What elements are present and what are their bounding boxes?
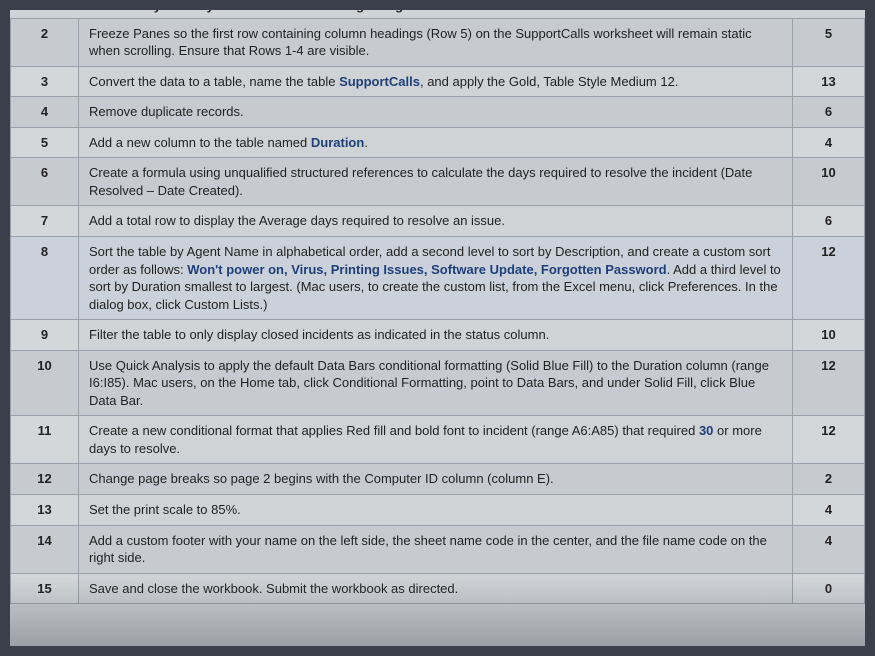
step-desc: Add a new column to the table named Dura… <box>79 127 793 158</box>
step-number: 15 <box>11 573 79 604</box>
step-points: 4 <box>793 525 865 573</box>
step-desc: Use Quick Analysis to apply the default … <box>79 350 793 416</box>
table-row: 12 Change page breaks so page 2 begins w… <box>11 464 865 495</box>
step-desc: Add a custom footer with your name on th… <box>79 525 793 573</box>
table-row: 13 Set the print scale to 85%. 4 <box>11 494 865 525</box>
step-desc: Freeze Panes so the first row containing… <box>79 18 793 66</box>
step-desc: Convert the data to a table, name the ta… <box>79 66 793 97</box>
table-row: 7 Add a total row to display the Average… <box>11 206 865 237</box>
step-desc: Create a new conditional format that app… <box>79 416 793 464</box>
table-row: 14 Add a custom footer with your name on… <box>11 525 865 573</box>
step-points: 0 <box>793 573 865 604</box>
table-row: 4 Remove duplicate records. 6 <box>11 97 865 128</box>
table-row: 6 Create a formula using unqualified str… <box>11 158 865 206</box>
step-number: 3 <box>11 66 79 97</box>
term-sort-list: Won't power on, Virus, Printing Issues, … <box>187 262 666 277</box>
term-thirty: 30 <box>699 423 713 438</box>
table-row: 2 Freeze Panes so the first row containi… <box>11 18 865 66</box>
table-row: 15 Save and close the workbook. Submit t… <box>11 573 865 604</box>
table-row: 11 Create a new conditional format that … <box>11 416 865 464</box>
step-points: 4 <box>793 127 865 158</box>
term-supportcalls: SupportCalls <box>339 74 420 89</box>
step-number: 14 <box>11 525 79 573</box>
step-points: 2 <box>793 464 865 495</box>
step-desc: Save and close the workbook. Submit the … <box>79 573 793 604</box>
step-points: 12 <box>793 236 865 319</box>
step-points: 10 <box>793 320 865 351</box>
step-number: 9 <box>11 320 79 351</box>
table-row: 10 Use Quick Analysis to apply the defau… <box>11 350 865 416</box>
step-number: 6 <box>11 158 79 206</box>
step-number: 11 <box>11 416 79 464</box>
step-points: 12 <box>793 350 865 416</box>
step-points: 12 <box>793 416 865 464</box>
table-row: 9 Filter the table to only display close… <box>11 320 865 351</box>
step-number: 7 <box>11 206 79 237</box>
step-points: 6 <box>793 206 865 237</box>
step-number: 13 <box>11 494 79 525</box>
table-row: 5 Add a new column to the table named Du… <box>11 127 865 158</box>
term-duration: Duration <box>311 135 364 150</box>
step-number: 5 <box>11 127 79 158</box>
step-points: 10 <box>793 158 865 206</box>
table-row: 3 Convert the data to a table, name the … <box>11 66 865 97</box>
step-desc: Set the print scale to 85%. <box>79 494 793 525</box>
instructions-page: automatically added your last name to th… <box>10 10 865 646</box>
step-desc: Remove duplicate records. <box>79 97 793 128</box>
step-points: 6 <box>793 97 865 128</box>
step-desc: Sort the table by Agent Name in alphabet… <box>79 236 793 319</box>
instructions-table: 2 Freeze Panes so the first row containi… <box>10 18 865 605</box>
step-number: 4 <box>11 97 79 128</box>
step-points: 4 <box>793 494 865 525</box>
step-desc: Change page breaks so page 2 begins with… <box>79 464 793 495</box>
step-desc: Filter the table to only display closed … <box>79 320 793 351</box>
step-desc: Add a total row to display the Average d… <box>79 206 793 237</box>
step-points: 13 <box>793 66 865 97</box>
step-points: 5 <box>793 18 865 66</box>
step-number: 2 <box>11 18 79 66</box>
table-row: 8 Sort the table by Agent Name in alphab… <box>11 236 865 319</box>
step-number: 12 <box>11 464 79 495</box>
cutoff-line: automatically added your last name to th… <box>10 10 865 18</box>
step-number: 8 <box>11 236 79 319</box>
step-number: 10 <box>11 350 79 416</box>
step-desc: Create a formula using unqualified struc… <box>79 158 793 206</box>
